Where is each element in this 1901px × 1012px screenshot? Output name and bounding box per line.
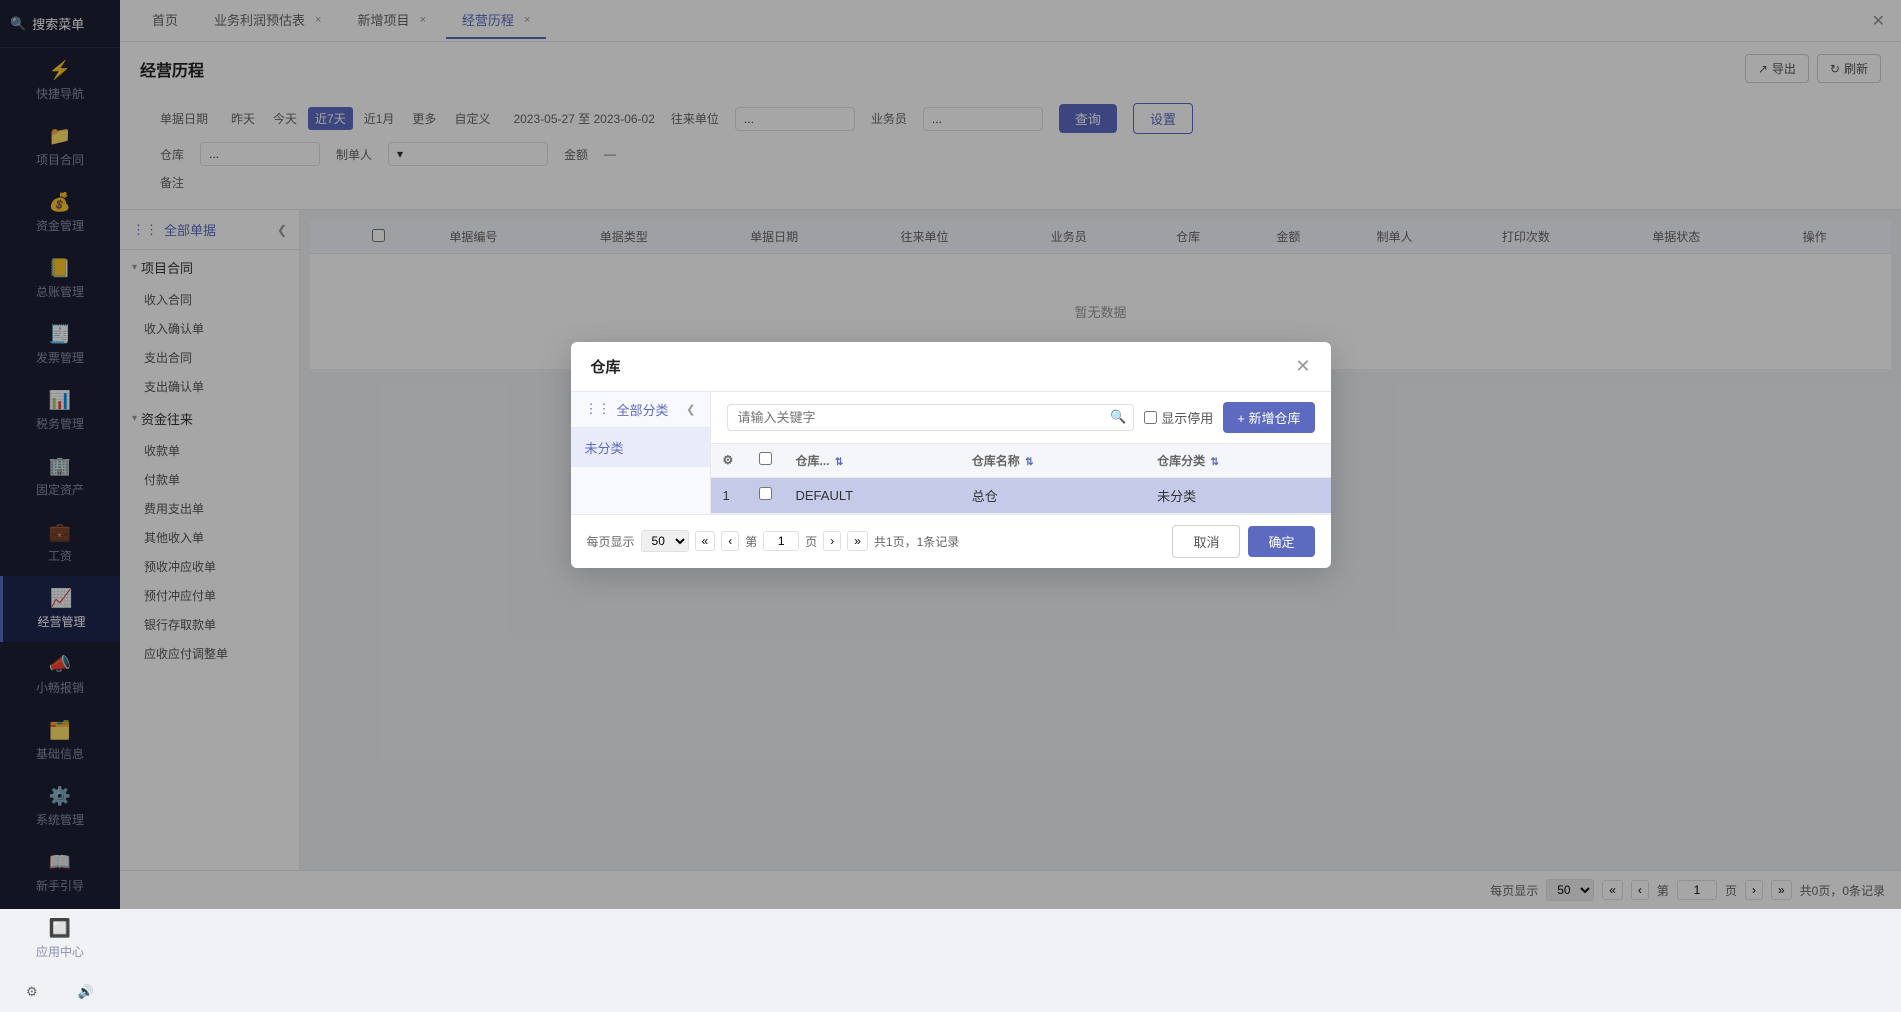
modal-sidebar-header: ⋮⋮ 全部分类 ❮: [571, 392, 710, 428]
modal-show-disabled-checkbox[interactable]: 显示停用: [1144, 408, 1213, 427]
sort-icon-category: ⇅: [1211, 457, 1219, 468]
modal-overlay: 仓库 ✕ ⋮⋮ 全部分类 ❮ 未分类: [0, 0, 1901, 909]
modal-page-number-input[interactable]: [763, 531, 799, 551]
modal-sidebar-unclassified[interactable]: 未分类: [571, 428, 710, 467]
modal-table: ⚙ 仓库... ⇅ 仓库名称: [711, 444, 1331, 514]
modal-table-row[interactable]: 1 DEFAULT 总仓 未分类: [711, 477, 1331, 513]
modal-page-label: 第: [745, 533, 757, 550]
modal-col-code-label: 仓库...: [796, 454, 830, 468]
settings-icon[interactable]: ⚙: [26, 984, 38, 1000]
modal-title: 仓库: [591, 356, 621, 377]
modal-sidebar-unclassified-label: 未分类: [585, 438, 624, 457]
modal-last-page[interactable]: »: [847, 531, 868, 551]
apps-icon: 🔲: [49, 918, 71, 939]
modal-pagination: 每页显示 50 « ‹ 第 页 › » 共1页，1条记录: [587, 530, 960, 552]
modal-footer: 每页显示 50 « ‹ 第 页 › » 共1页，1条记录 取消: [571, 514, 1331, 568]
modal-header: 仓库 ✕: [571, 342, 1331, 392]
modal-select-all[interactable]: [759, 452, 772, 465]
modal-cancel-button[interactable]: 取消: [1172, 525, 1240, 558]
modal-row-code: DEFAULT: [784, 477, 960, 513]
modal-row-check[interactable]: [759, 487, 772, 500]
volume-icon[interactable]: 🔊: [78, 984, 94, 1000]
modal-col-settings[interactable]: ⚙: [711, 444, 747, 478]
sidebar-item-label: 应用中心: [36, 943, 84, 960]
modal-col-code[interactable]: 仓库... ⇅: [784, 444, 960, 478]
add-warehouse-button[interactable]: + 新增仓库: [1223, 402, 1314, 433]
modal-prev-page[interactable]: ‹: [721, 531, 739, 551]
modal-search-icon: 🔍: [1110, 409, 1126, 425]
modal-page-size-label: 每页显示: [587, 533, 635, 550]
modal-col-name[interactable]: 仓库名称 ⇅: [960, 444, 1145, 478]
show-disabled-label: 显示停用: [1161, 408, 1213, 427]
modal-search-input[interactable]: [727, 404, 1135, 431]
modal-body: ⋮⋮ 全部分类 ❮ 未分类 🔍: [571, 392, 1331, 514]
modal-sidebar-all-label: 全部分类: [617, 400, 669, 419]
modal-first-page[interactable]: «: [695, 531, 716, 551]
modal-row-index: 1: [711, 477, 747, 513]
modal-table-wrap: ⚙ 仓库... ⇅ 仓库名称: [711, 444, 1331, 514]
modal-total-info: 共1页，1条记录: [874, 533, 959, 550]
modal-main: 🔍 显示停用 + 新增仓库 ⚙: [711, 392, 1331, 514]
modal-col-category[interactable]: 仓库分类 ⇅: [1145, 444, 1330, 478]
sidebar-footer: ⚙ 🔊: [0, 972, 120, 1012]
grid-icon-modal: ⋮⋮: [585, 401, 611, 417]
modal-page-unit: 页: [805, 533, 817, 550]
modal-next-page[interactable]: ›: [823, 531, 841, 551]
modal-row-checkbox[interactable]: [747, 477, 784, 513]
modal-col-category-label: 仓库分类: [1157, 454, 1205, 468]
modal-close-button[interactable]: ✕: [1295, 356, 1310, 377]
modal-sidebar-collapse[interactable]: ❮: [686, 403, 695, 416]
sort-icon-name: ⇅: [1025, 457, 1033, 468]
show-disabled-checkbox-input[interactable]: [1144, 411, 1157, 424]
modal-confirm-button[interactable]: 确定: [1248, 526, 1314, 557]
sort-icon-code: ⇅: [835, 457, 843, 468]
modal-footer-pagination: 每页显示 50 « ‹ 第 页 › » 共1页，1条记录: [587, 530, 1165, 552]
modal-col-checkbox: [747, 444, 784, 478]
modal-row-name: 总仓: [960, 477, 1145, 513]
modal-toolbar: 🔍 显示停用 + 新增仓库: [711, 392, 1331, 444]
warehouse-modal: 仓库 ✕ ⋮⋮ 全部分类 ❮ 未分类: [571, 342, 1331, 568]
modal-search: 🔍: [727, 404, 1135, 431]
modal-row-category: 未分类: [1145, 477, 1330, 513]
modal-page-size-select[interactable]: 50: [641, 530, 689, 552]
modal-sidebar: ⋮⋮ 全部分类 ❮ 未分类: [571, 392, 711, 514]
sidebar-item-apps[interactable]: 🔲 应用中心: [0, 906, 120, 972]
modal-col-name-label: 仓库名称: [972, 454, 1020, 468]
